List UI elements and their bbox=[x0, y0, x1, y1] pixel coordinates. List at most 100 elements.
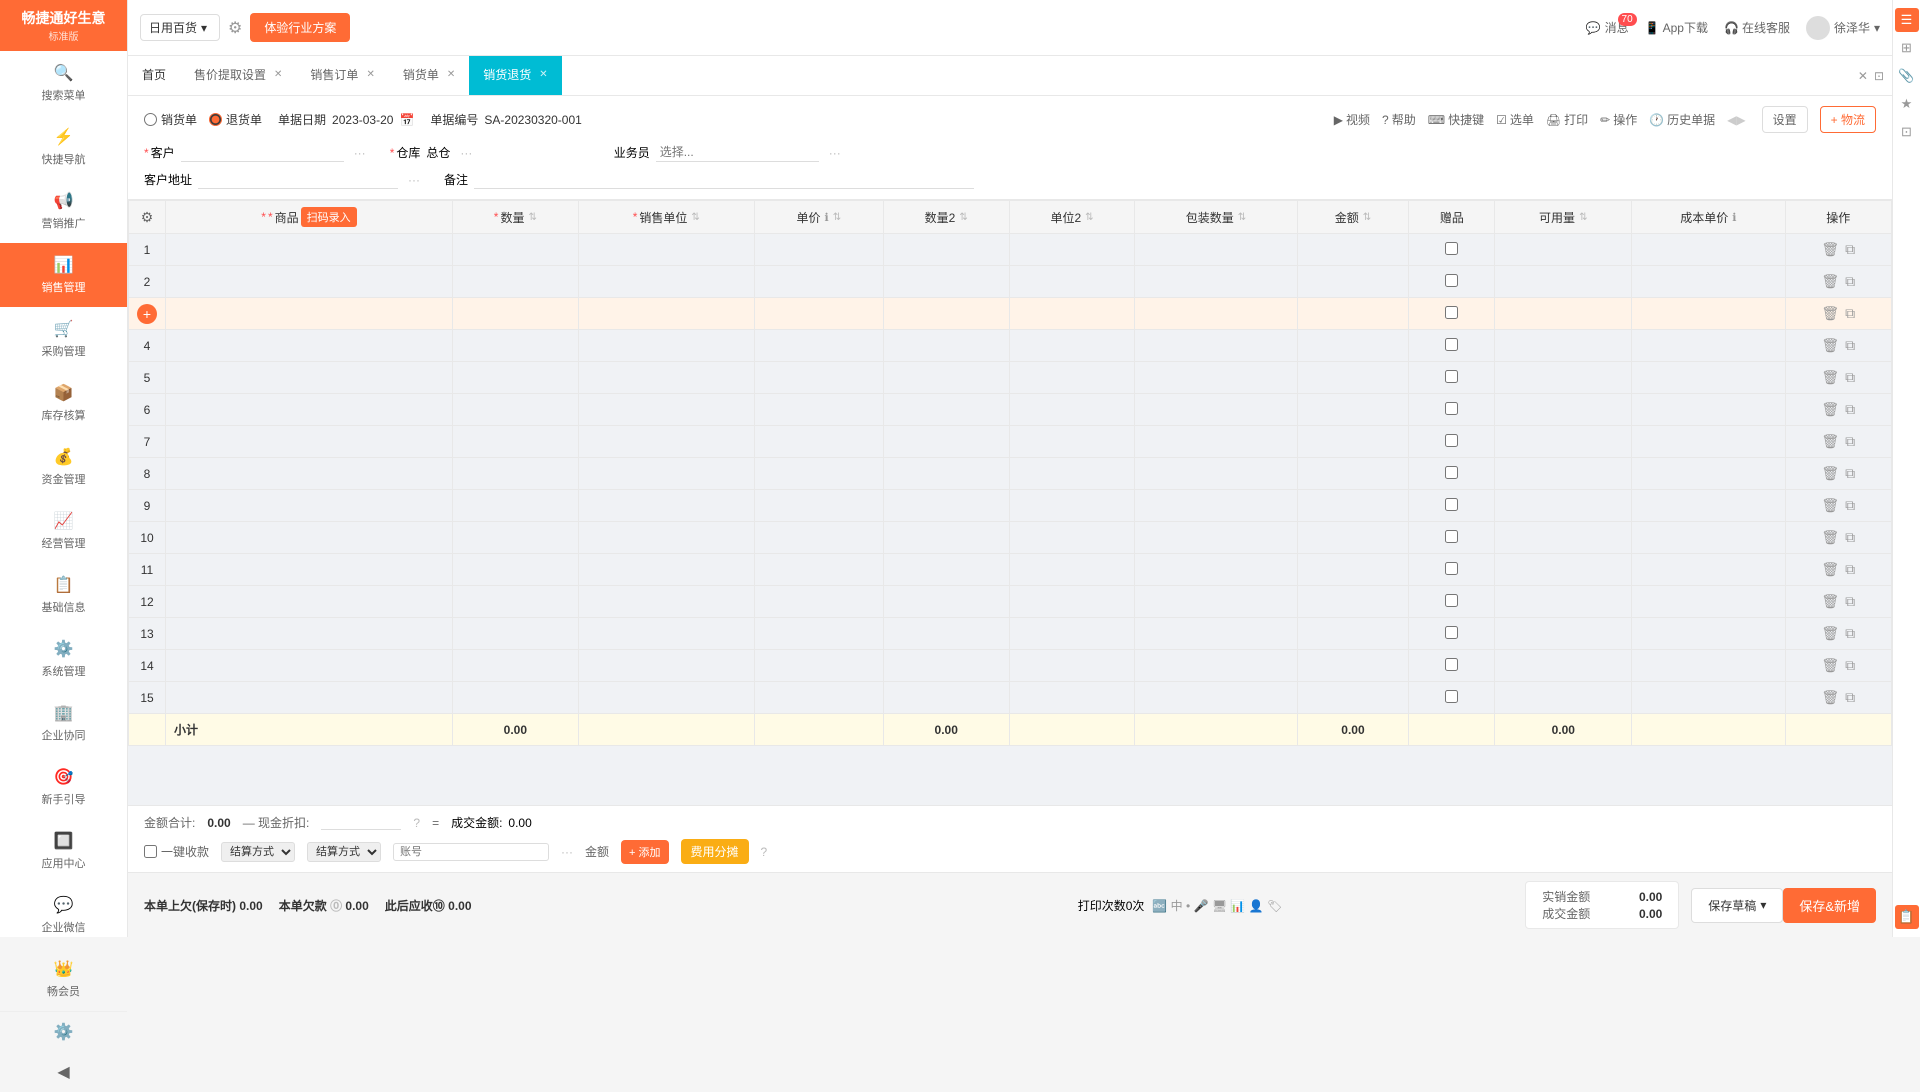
sidebar-settings-btn[interactable]: ⚙️ bbox=[0, 1012, 127, 1052]
cell-gift-9[interactable] bbox=[1409, 490, 1495, 522]
delete-btn-1[interactable]: 🗑 bbox=[1821, 241, 1839, 258]
table-gear-icon[interactable]: ⚙ bbox=[141, 209, 154, 225]
cell-amount-2[interactable] bbox=[1297, 266, 1409, 298]
cell-cost-4[interactable] bbox=[1632, 330, 1785, 362]
cell-qty2-9[interactable] bbox=[883, 490, 1009, 522]
cell-qty2-2[interactable] bbox=[883, 266, 1009, 298]
cell-qty2-12[interactable] bbox=[883, 586, 1009, 618]
cell-price-2[interactable] bbox=[754, 266, 883, 298]
setting-btn[interactable]: 设置 bbox=[1762, 106, 1808, 133]
cell-unit2-12[interactable] bbox=[1009, 586, 1135, 618]
th-price-info[interactable]: ℹ bbox=[825, 211, 829, 224]
cell-pack-2[interactable] bbox=[1135, 266, 1297, 298]
add-logistics-btn[interactable]: + 物流 bbox=[1820, 106, 1876, 133]
cell-available-3[interactable] bbox=[1495, 298, 1632, 330]
delete-btn-11[interactable]: 🗑 bbox=[1821, 561, 1839, 578]
cell-product-4[interactable] bbox=[166, 330, 453, 362]
copy-btn-4[interactable]: ⧉ bbox=[1845, 337, 1855, 354]
cell-unit-3[interactable] bbox=[578, 298, 754, 330]
cell-amount-13[interactable] bbox=[1297, 618, 1409, 650]
sidebar-item-search-menu[interactable]: 🔍 搜索菜单 bbox=[0, 51, 127, 115]
cell-available-11[interactable] bbox=[1495, 554, 1632, 586]
cell-gift-15[interactable] bbox=[1409, 682, 1495, 714]
cell-cost-13[interactable] bbox=[1632, 618, 1785, 650]
maximize-window-icon[interactable]: ⊡ bbox=[1874, 69, 1884, 83]
sidebar-item-member[interactable]: 👑 畅会员 bbox=[0, 947, 127, 1011]
delete-btn-12[interactable]: 🗑 bbox=[1821, 593, 1839, 610]
cell-amount-4[interactable] bbox=[1297, 330, 1409, 362]
cell-pack-11[interactable] bbox=[1135, 554, 1297, 586]
cell-product-14[interactable] bbox=[166, 650, 453, 682]
right-panel-attach[interactable]: 📎 bbox=[1895, 64, 1919, 88]
action-shortcut[interactable]: ⌨ 快捷键 bbox=[1428, 111, 1484, 128]
cell-unit-9[interactable] bbox=[578, 490, 754, 522]
cell-unit2-10[interactable] bbox=[1009, 522, 1135, 554]
cell-pack-15[interactable] bbox=[1135, 682, 1297, 714]
cell-qty2-8[interactable] bbox=[883, 458, 1009, 490]
right-panel-grid-view[interactable]: ⊞ bbox=[1895, 36, 1919, 60]
cell-qty-10[interactable] bbox=[452, 522, 578, 554]
tab-home[interactable]: 首页 bbox=[128, 56, 180, 95]
customer-input[interactable] bbox=[181, 143, 344, 162]
tab-sales-delivery[interactable]: 销货单 ✕ bbox=[389, 56, 469, 95]
cell-product-13[interactable] bbox=[166, 618, 453, 650]
question-icon[interactable]: ? bbox=[413, 816, 420, 830]
settlement-select[interactable]: 结算方式 bbox=[221, 842, 295, 862]
delete-btn-6[interactable]: 🗑 bbox=[1821, 401, 1839, 418]
cell-qty-14[interactable] bbox=[452, 650, 578, 682]
cell-available-1[interactable] bbox=[1495, 234, 1632, 266]
cell-cost-5[interactable] bbox=[1632, 362, 1785, 394]
warehouse-dots[interactable]: ··· bbox=[460, 146, 472, 160]
tab-sales-order[interactable]: 销售订单 ✕ bbox=[296, 56, 388, 95]
copy-btn-14[interactable]: ⧉ bbox=[1845, 657, 1855, 674]
cell-amount-1[interactable] bbox=[1297, 234, 1409, 266]
cell-qty-5[interactable] bbox=[452, 362, 578, 394]
product-input-3[interactable] bbox=[249, 307, 369, 321]
cell-qty2-11[interactable] bbox=[883, 554, 1009, 586]
fee-split-btn[interactable]: 费用分摊 bbox=[681, 839, 749, 864]
tab-return-close[interactable]: ✕ bbox=[539, 69, 547, 80]
cell-gift-3[interactable] bbox=[1409, 298, 1495, 330]
cell-qty-3[interactable] bbox=[452, 298, 578, 330]
debt-circle[interactable]: ⓪ bbox=[330, 899, 342, 913]
cell-cost-14[interactable] bbox=[1632, 650, 1785, 682]
account-input[interactable] bbox=[393, 843, 549, 861]
cell-cost-3[interactable] bbox=[1632, 298, 1785, 330]
gift-checkbox-10[interactable] bbox=[1445, 530, 1458, 543]
sidebar-item-wechat[interactable]: 💬 企业微信 bbox=[0, 883, 127, 947]
cell-pack-7[interactable] bbox=[1135, 426, 1297, 458]
note-input[interactable] bbox=[474, 170, 974, 189]
cell-product-7[interactable] bbox=[166, 426, 453, 458]
copy-btn-7[interactable]: ⧉ bbox=[1845, 433, 1855, 450]
cell-unit-13[interactable] bbox=[578, 618, 754, 650]
cell-amount-9[interactable] bbox=[1297, 490, 1409, 522]
app-download-btn[interactable]: 📱 App下载 bbox=[1645, 19, 1708, 36]
save-draft-btn[interactable]: 保存草稿 ▾ bbox=[1691, 888, 1783, 923]
delete-btn-3[interactable]: 🗑 bbox=[1821, 305, 1839, 322]
delete-btn-8[interactable]: 🗑 bbox=[1821, 465, 1839, 482]
sidebar-item-quick-nav[interactable]: ⚡ 快捷导航 bbox=[0, 115, 127, 179]
tab-sales-order-close[interactable]: ✕ bbox=[366, 69, 374, 80]
cell-qty2-4[interactable] bbox=[883, 330, 1009, 362]
cell-product-6[interactable] bbox=[166, 394, 453, 426]
cell-unit-8[interactable] bbox=[578, 458, 754, 490]
cell-qty2-10[interactable] bbox=[883, 522, 1009, 554]
cell-qty-9[interactable] bbox=[452, 490, 578, 522]
cell-available-5[interactable] bbox=[1495, 362, 1632, 394]
gift-checkbox-14[interactable] bbox=[1445, 658, 1458, 671]
cell-product-9[interactable] bbox=[166, 490, 453, 522]
cell-unit2-7[interactable] bbox=[1009, 426, 1135, 458]
cell-price-5[interactable] bbox=[754, 362, 883, 394]
customer-dots[interactable]: ··· bbox=[354, 146, 366, 160]
copy-btn-1[interactable]: ⧉ bbox=[1845, 241, 1855, 258]
gift-checkbox-9[interactable] bbox=[1445, 498, 1458, 511]
sidebar-item-finance[interactable]: 💰 资金管理 bbox=[0, 435, 127, 499]
cell-qty2-15[interactable] bbox=[883, 682, 1009, 714]
action-operate[interactable]: ✏ 操作 bbox=[1600, 111, 1637, 128]
cell-unit2-9[interactable] bbox=[1009, 490, 1135, 522]
cell-cost-2[interactable] bbox=[1632, 266, 1785, 298]
cell-available-6[interactable] bbox=[1495, 394, 1632, 426]
gift-checkbox-12[interactable] bbox=[1445, 594, 1458, 607]
th-cost-info[interactable]: ℹ bbox=[1732, 211, 1736, 224]
add-row-btn[interactable]: + bbox=[137, 304, 157, 324]
